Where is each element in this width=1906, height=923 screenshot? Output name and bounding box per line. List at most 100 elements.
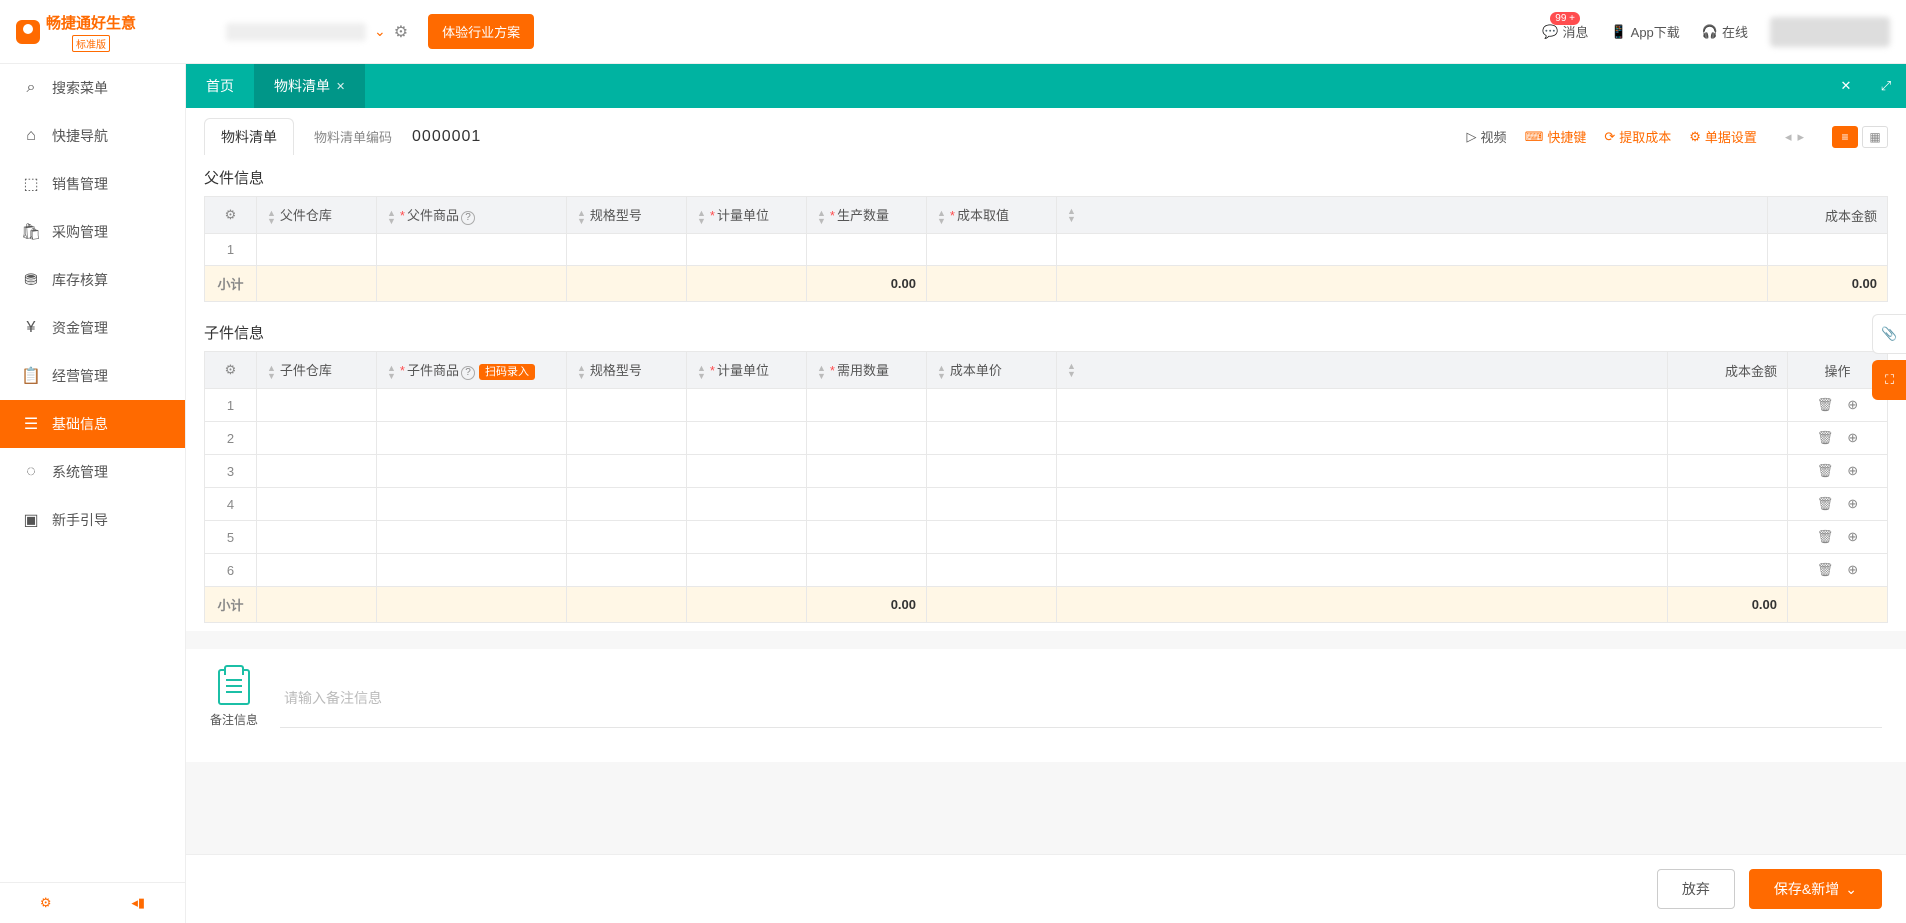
sidebar-item-sales[interactable]: ⬚销售管理 <box>0 160 185 208</box>
sidebar-item-system[interactable]: ◌系统管理 <box>0 448 185 496</box>
prev-record-icon[interactable]: ◂ <box>1785 129 1792 145</box>
tab-label: 首页 <box>206 76 234 96</box>
child-col-warehouse[interactable]: ▲▼子件仓库 <box>257 352 377 389</box>
fullscreen-tab[interactable]: ⛶ <box>1872 360 1906 400</box>
sidebar-item-guide[interactable]: ▣新手引导 <box>0 496 185 544</box>
remark-input[interactable] <box>280 669 1882 728</box>
tab-expand-button[interactable]: ⤢ <box>1866 64 1906 108</box>
sidebar-icon: ⌕ <box>22 79 40 97</box>
add-row-icon[interactable]: ⊕ <box>1847 463 1858 479</box>
tab-1[interactable]: 物料清单 ✕ <box>254 64 365 108</box>
sidebar-label: 基础信息 <box>52 414 108 434</box>
child-col-config[interactable]: ⚙ <box>205 352 257 389</box>
right-float-panel: 📎 ⛶ <box>1872 314 1906 400</box>
sidebar-item-funds[interactable]: ¥资金管理 <box>0 304 185 352</box>
messages-link[interactable]: 💬 消息 99 + <box>1542 22 1588 41</box>
view-grid-button[interactable]: ▦ <box>1862 126 1888 148</box>
parent-col-product[interactable]: ▲▼*父件商品? <box>377 197 567 234</box>
expand-icon: ⛶ <box>1885 372 1894 388</box>
tab-label: 物料清单 <box>274 76 330 96</box>
collapse-sidebar-icon[interactable]: ◂▮ <box>131 895 145 911</box>
settings-gear-icon[interactable]: ⚙ <box>394 22 408 42</box>
page-tab-bom[interactable]: 物料清单 <box>204 118 294 155</box>
play-icon: ▷ <box>1467 129 1477 145</box>
shortcut-link[interactable]: ⌨快捷键 <box>1525 127 1587 146</box>
add-row-icon[interactable]: ⊕ <box>1847 496 1858 512</box>
table-row[interactable]: 2🗑⊕ <box>205 422 1888 455</box>
child-col-unit[interactable]: ▲▼*计量单位 <box>687 352 807 389</box>
table-row[interactable]: 3🗑⊕ <box>205 455 1888 488</box>
child-col-cost-price[interactable]: ▲▼成本单价 <box>927 352 1057 389</box>
chevron-down-icon: ⌄ <box>1845 881 1857 898</box>
view-list-button[interactable]: ≡ <box>1832 126 1858 148</box>
settings-icon[interactable]: ⚙ <box>40 895 52 911</box>
chevron-down-icon: ⌄ <box>374 23 386 40</box>
help-icon[interactable]: ? <box>461 211 475 225</box>
parent-col-cost-src[interactable]: ▲▼*成本取值 <box>927 197 1057 234</box>
remark-label: 备注信息 <box>210 711 258 728</box>
brand-logo-icon <box>16 20 40 44</box>
discard-button[interactable]: 放弃 <box>1657 869 1735 909</box>
delete-row-icon[interactable]: 🗑 <box>1817 562 1834 578</box>
table-row[interactable]: 1🗑⊕ <box>205 389 1888 422</box>
extract-icon: ⟳ <box>1604 129 1615 145</box>
online-support-link[interactable]: 🎧 在线 <box>1702 22 1748 41</box>
next-record-icon[interactable]: ▸ <box>1797 129 1804 145</box>
parent-col-warehouse[interactable]: ▲▼父件仓库 <box>257 197 377 234</box>
child-col-qty[interactable]: ▲▼*需用数量 <box>807 352 927 389</box>
sidebar-label: 搜索菜单 <box>52 78 108 98</box>
video-link[interactable]: ▷视频 <box>1467 127 1507 146</box>
save-and-new-button[interactable]: 保存&新增 ⌄ <box>1749 869 1882 909</box>
messages-badge: 99 + <box>1550 12 1580 25</box>
org-selector[interactable]: ⌄ <box>226 23 386 41</box>
tab-close-all-button[interactable]: ✕ <box>1826 64 1866 108</box>
delete-row-icon[interactable]: 🗑 <box>1817 496 1834 512</box>
parent-col-unit[interactable]: ▲▼*计量单位 <box>687 197 807 234</box>
sidebar-item-quicknav[interactable]: ⌂快捷导航 <box>0 112 185 160</box>
sidebar-item-search[interactable]: ⌕ 搜索菜单 <box>0 64 185 112</box>
child-col-product[interactable]: ▲▼*子件商品?扫码录入 <box>377 352 567 389</box>
table-row[interactable]: 4🗑⊕ <box>205 488 1888 521</box>
add-row-icon[interactable]: ⊕ <box>1847 562 1858 578</box>
help-icon[interactable]: ? <box>461 366 475 380</box>
sidebar-item-inventory[interactable]: ⛃库存核算 <box>0 256 185 304</box>
add-row-icon[interactable]: ⊕ <box>1847 397 1858 413</box>
parent-col-spec[interactable]: ▲▼规格型号 <box>567 197 687 234</box>
table-row[interactable]: 6🗑⊕ <box>205 554 1888 587</box>
view-toggle: ≡ ▦ <box>1832 126 1888 148</box>
sidebar-item-basicinfo[interactable]: ☰基础信息 <box>0 400 185 448</box>
gear-icon: ⚙ <box>1689 129 1701 145</box>
parent-col-qty[interactable]: ▲▼*生产数量 <box>807 197 927 234</box>
page-header: 物料清单 物料清单编码 0000001 ▷视频 ⌨快捷键 ⟳提取成本 ⚙单据设置… <box>186 108 1906 155</box>
parent-subtotal-row: 小计 0.00 0.00 <box>205 266 1888 302</box>
table-row[interactable]: 1 <box>205 234 1888 266</box>
sidebar-item-purchase[interactable]: 🛍采购管理 <box>0 208 185 256</box>
delete-row-icon[interactable]: 🗑 <box>1817 529 1834 545</box>
user-avatar-masked[interactable] <box>1770 17 1890 47</box>
attachment-tab[interactable]: 📎 <box>1872 314 1906 354</box>
child-col-cost-amt[interactable]: 成本金额 <box>1668 352 1788 389</box>
gear-icon: ⚙ <box>225 362 237 377</box>
add-row-icon[interactable]: ⊕ <box>1847 430 1858 446</box>
add-row-icon[interactable]: ⊕ <box>1847 529 1858 545</box>
trial-button[interactable]: 体验行业方案 <box>428 14 534 49</box>
delete-row-icon[interactable]: 🗑 <box>1817 397 1834 413</box>
child-col-spec[interactable]: ▲▼规格型号 <box>567 352 687 389</box>
close-icon[interactable]: ✕ <box>336 80 345 93</box>
org-name-masked <box>226 23 366 41</box>
sidebar-item-operations[interactable]: 📋经营管理 <box>0 352 185 400</box>
tab-0[interactable]: 首页 <box>186 64 254 108</box>
doc-settings-link[interactable]: ⚙单据设置 <box>1689 127 1757 146</box>
sidebar: ⌕ 搜索菜单 ⌂快捷导航⬚销售管理🛍采购管理⛃库存核算¥资金管理📋经营管理☰基础信息… <box>0 64 186 923</box>
top-actions: 💬 消息 99 + 📱 App下载 🎧 在线 <box>1542 17 1890 47</box>
parent-col-config[interactable]: ⚙ <box>205 197 257 234</box>
delete-row-icon[interactable]: 🗑 <box>1817 463 1834 479</box>
extract-cost-link[interactable]: ⟳提取成本 <box>1604 127 1671 146</box>
table-row[interactable]: 5🗑⊕ <box>205 521 1888 554</box>
sidebar-icon: ⛃ <box>22 271 40 289</box>
scan-input-tag[interactable]: 扫码录入 <box>479 364 535 380</box>
parent-col-cost-amt[interactable]: 成本金额 <box>1768 197 1888 234</box>
delete-row-icon[interactable]: 🗑 <box>1817 430 1834 446</box>
bom-code-label: 物料清单编码 <box>314 127 392 146</box>
app-download-link[interactable]: 📱 App下载 <box>1610 22 1679 41</box>
